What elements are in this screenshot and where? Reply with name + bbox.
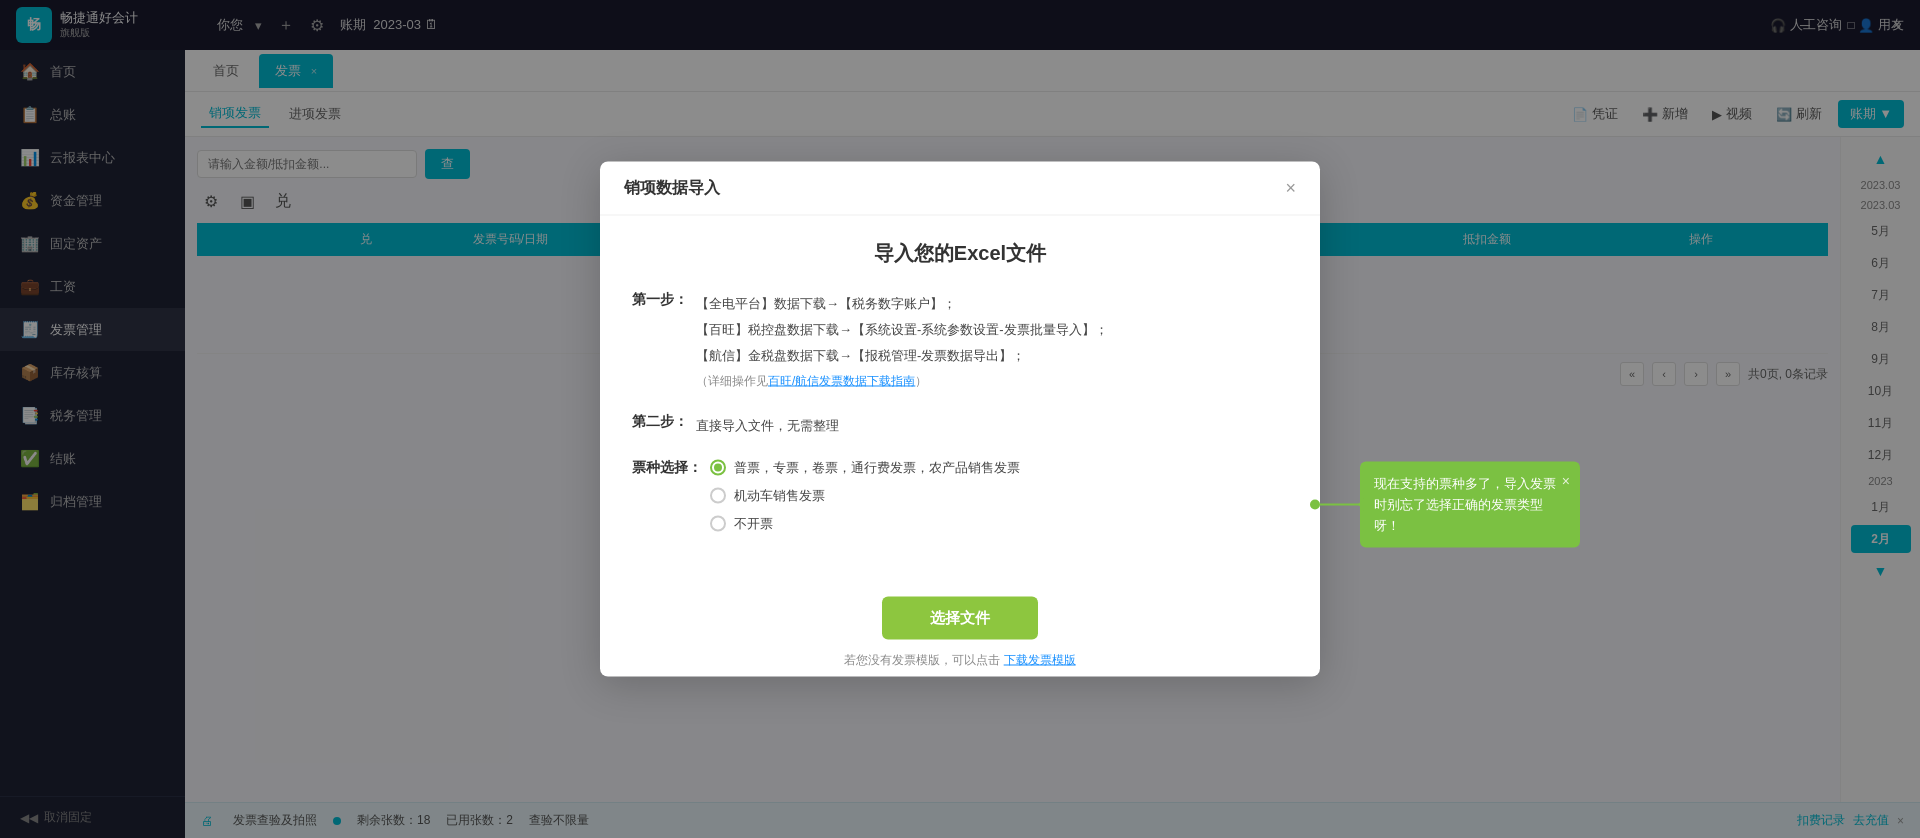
modal-body: 导入您的Excel文件 第一步： 【全电平台】数据下载→【税务数字账户】； 【百… — [600, 216, 1320, 577]
step1-line1: 【全电平台】数据下载→【税务数字账户】； — [696, 291, 1108, 317]
radio-circle-3[interactable] — [710, 516, 726, 532]
step1-line2: 【百旺】税控盘数据下载→【系统设置-系统参数设置-发票批量导入】； — [696, 317, 1108, 343]
step1-content: 【全电平台】数据下载→【税务数字账户】； 【百旺】税控盘数据下载→【系统设置-系… — [688, 291, 1108, 393]
radio-label-2: 机动车销售发票 — [734, 487, 825, 505]
step2-block: 第二步： 直接导入文件，无需整理 — [632, 413, 1288, 439]
tooltip-container: × 现在支持的票种多了，导入发票时别忘了选择正确的发票类型呀！ — [1310, 462, 1580, 548]
tooltip-close-button[interactable]: × — [1562, 470, 1570, 492]
radio-circle-2[interactable] — [710, 488, 726, 504]
step2-label: 第二步： — [632, 413, 688, 431]
ticket-type-block: 票种选择： 普票，专票，卷票，通行费发票，农产品销售发票 机动车销售发票 不开票 — [632, 459, 1288, 533]
tooltip-text: 现在支持的票种多了，导入发票时别忘了选择正确的发票类型呀！ — [1374, 476, 1556, 533]
ticket-type-label: 票种选择： — [632, 459, 702, 477]
step1-block: 第一步： 【全电平台】数据下载→【税务数字账户】； 【百旺】税控盘数据下载→【系… — [632, 291, 1288, 393]
ticket-type-radio-group: 普票，专票，卷票，通行费发票，农产品销售发票 机动车销售发票 不开票 — [702, 459, 1020, 533]
step1-line3: 【航信】金税盘数据下载→【报税管理-发票数据导出】； — [696, 343, 1108, 369]
import-title: 导入您的Excel文件 — [632, 240, 1288, 267]
tooltip-dot — [1310, 500, 1320, 510]
radio-item-1[interactable]: 普票，专票，卷票，通行费发票，农产品销售发票 — [710, 459, 1020, 477]
modal-title: 销项数据导入 — [624, 178, 720, 199]
download-note: 若您没有发票模版，可以点击 下载发票模版 — [844, 652, 1075, 669]
guide-link[interactable]: 百旺/航信发票数据下载指南 — [768, 374, 915, 388]
select-file-button[interactable]: 选择文件 — [882, 597, 1038, 640]
radio-circle-1[interactable] — [710, 460, 726, 476]
step1-note: （详细操作见百旺/航信发票数据下载指南） — [696, 369, 1108, 393]
download-template-link[interactable]: 下载发票模版 — [1004, 653, 1076, 667]
import-modal: 销项数据导入 × 导入您的Excel文件 第一步： 【全电平台】数据下载→【税务… — [600, 162, 1320, 677]
radio-label-1: 普票，专票，卷票，通行费发票，农产品销售发票 — [734, 459, 1020, 477]
step2-content: 直接导入文件，无需整理 — [688, 413, 839, 439]
step1-label: 第一步： — [632, 291, 688, 385]
modal-header: 销项数据导入 × — [600, 162, 1320, 216]
tooltip-box: × 现在支持的票种多了，导入发票时别忘了选择正确的发票类型呀！ — [1360, 462, 1580, 548]
radio-label-3: 不开票 — [734, 515, 773, 533]
modal-close-button[interactable]: × — [1285, 178, 1296, 199]
radio-item-3[interactable]: 不开票 — [710, 515, 1020, 533]
radio-item-2[interactable]: 机动车销售发票 — [710, 487, 1020, 505]
modal-footer: 选择文件 若您没有发票模版，可以点击 下载发票模版 — [600, 577, 1320, 677]
